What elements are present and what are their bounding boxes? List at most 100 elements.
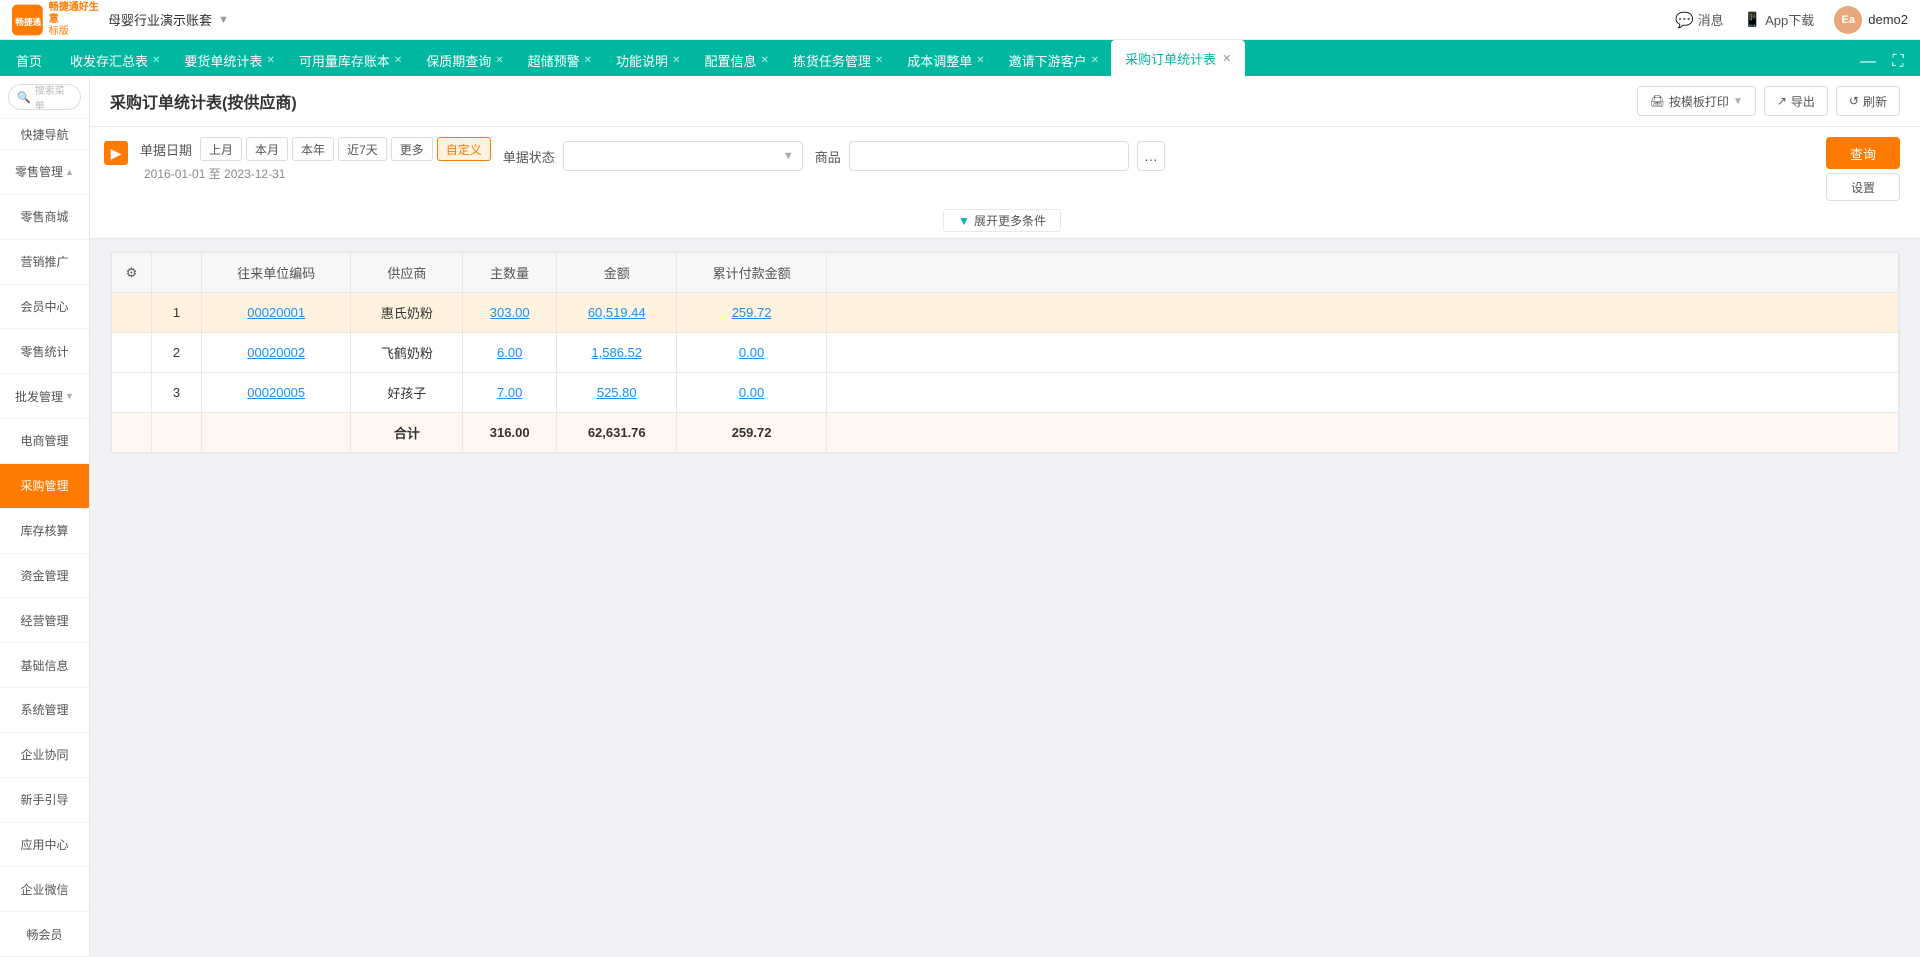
messages-btn[interactable]: 💬 消息 [1675, 10, 1724, 29]
row1-qty[interactable]: 303.00 [463, 293, 557, 333]
user-area[interactable]: Ea demo2 [1834, 6, 1908, 34]
sidebar-item-retail-mgmt[interactable]: 零售管理 ▲ [0, 150, 89, 195]
app-download-btn[interactable]: 📱 App下载 [1744, 10, 1815, 29]
sidebar-item-wholesale-mgmt[interactable]: 批发管理 ▼ [0, 374, 89, 419]
goods-input[interactable] [849, 141, 1129, 171]
tab-close-icon[interactable]: ✕ [584, 55, 592, 66]
table-row[interactable]: 3 00020005 好孩子 7.00 [112, 373, 1899, 413]
filter-toggle-btn[interactable]: ▶ [104, 141, 128, 165]
tab-purchase-order-stats[interactable]: 采购订单统计表 ✕ [1111, 40, 1245, 76]
sidebar-item-sys-mgmt[interactable]: 系统管理 [0, 688, 89, 733]
sidebar-item-inventory-check[interactable]: 库存核算 [0, 509, 89, 554]
tab-function-desc[interactable]: 功能说明 ✕ [604, 44, 692, 76]
footer-settings [112, 413, 152, 453]
page-header: 采购订单统计表(按供应商) 🖨 按模板打印 ▼ ↗ 导出 ↺ 刷新 [90, 76, 1920, 127]
expand-toggle-btn[interactable]: ▼ 展开更多条件 [943, 209, 1061, 232]
tab-close-icon[interactable]: ✕ [495, 55, 503, 66]
tab-cost-adjust[interactable]: 成本调整单 ✕ [895, 44, 996, 76]
tab-overstock[interactable]: 超储预警 ✕ [516, 44, 604, 76]
tab-invite-customer[interactable]: 邀请下游客户 ✕ [997, 44, 1111, 76]
sidebar-item-ops-mgmt[interactable]: 经营管理 [0, 598, 89, 643]
tab-close-icon[interactable]: ✕ [394, 55, 402, 66]
settings-btn[interactable]: 设置 [1826, 173, 1900, 201]
print-btn[interactable]: 🖨 按模板打印 ▼ [1637, 86, 1756, 116]
tab-receive-send[interactable]: 收发存汇总表 ✕ [58, 44, 172, 76]
sidebar-item-enterprise-collab[interactable]: 企业协同 [0, 733, 89, 778]
tab-home[interactable]: 首页 [0, 44, 58, 76]
table-row[interactable]: 1 00020001 惠氏奶粉 303.00 [112, 293, 1899, 333]
footer-code [202, 413, 351, 453]
goods-ellipsis-btn[interactable]: … [1137, 141, 1165, 171]
sidebar-item-purchase-mgmt[interactable]: 采购管理 [0, 464, 89, 509]
status-select[interactable]: ▼ [563, 141, 803, 171]
row3-paid[interactable]: 0.00 [677, 373, 826, 413]
col-settings-header[interactable]: ⚙ [112, 253, 152, 293]
search-menu-area: 🔍 搜索菜单 [0, 76, 89, 119]
refresh-btn[interactable]: ↺ 刷新 [1836, 86, 1900, 116]
sidebar-item-ecommerce[interactable]: 电商管理 [0, 419, 89, 464]
active-tab-close-icon[interactable]: ✕ [1222, 52, 1231, 65]
row2-settings [112, 333, 152, 373]
tab-purchase-stats[interactable]: 要货单统计表 ✕ [172, 44, 286, 76]
row2-amount[interactable]: 1,586.52 [557, 333, 677, 373]
row2-qty[interactable]: 6.00 [463, 333, 557, 373]
app-download-label: App下载 [1765, 10, 1814, 29]
tab-close-icon[interactable]: ✕ [266, 55, 274, 66]
tab-warranty[interactable]: 保质期查询 ✕ [414, 44, 515, 76]
row1-supplier: 惠氏奶粉 [351, 293, 463, 333]
row1-amount[interactable]: 60,519.44 [557, 293, 677, 333]
sidebar-item-retail-mall[interactable]: 零售商城 [0, 195, 89, 240]
search-input-wrap[interactable]: 🔍 搜索菜单 [8, 84, 81, 110]
tab-close-icon[interactable]: ✕ [875, 55, 883, 66]
date-7days-btn[interactable]: 近7天 [338, 137, 387, 161]
date-this-year-btn[interactable]: 本年 [292, 137, 334, 161]
row3-supplier: 好孩子 [351, 373, 463, 413]
sidebar-item-finance-mgmt[interactable]: 资金管理 [0, 554, 89, 599]
sidebar-item-retail-stats[interactable]: 零售统计 [0, 329, 89, 374]
table-row[interactable]: 2 00020002 飞鹤奶粉 6.00 [112, 333, 1899, 373]
workspace-selector[interactable]: 母婴行业演示账套 ▼ [108, 10, 229, 29]
row3-qty[interactable]: 7.00 [463, 373, 557, 413]
export-btn[interactable]: ↗ 导出 [1764, 86, 1828, 116]
sidebar-item-member[interactable]: 畅会员 [0, 912, 89, 957]
sidebar-item-marketing[interactable]: 营销推广 [0, 240, 89, 285]
svg-text:畅捷通: 畅捷通 [15, 16, 41, 27]
nav-expand-btn[interactable]: ⛶ [1884, 48, 1912, 76]
sidebar-item-quick-nav[interactable]: 快捷导航 [0, 119, 89, 150]
tab-close-icon[interactable]: ✕ [672, 55, 680, 66]
sidebar-item-enterprise-wechat[interactable]: 企业微信 [0, 867, 89, 912]
table-footer-row: 合计 316.00 62,631.76 259.72 [112, 413, 1899, 453]
date-last-month-btn[interactable]: 上月 [200, 137, 242, 161]
sidebar-item-app-center[interactable]: 应用中心 [0, 823, 89, 868]
logo-icon: 畅捷通 [12, 2, 43, 38]
header-actions: 🖨 按模板打印 ▼ ↗ 导出 ↺ 刷新 [1637, 86, 1900, 116]
sidebar-item-basic-info[interactable]: 基础信息 [0, 643, 89, 688]
tab-config[interactable]: 配置信息 ✕ [692, 44, 780, 76]
tab-close-icon[interactable]: ✕ [1091, 55, 1099, 66]
sidebar-item-member-center[interactable]: 会员中心 [0, 285, 89, 330]
tab-available-inventory[interactable]: 可用量库存账本 ✕ [287, 44, 414, 76]
query-btn[interactable]: 查询 [1826, 137, 1900, 169]
date-more-btn[interactable]: 更多 [391, 137, 433, 161]
row2-paid[interactable]: 0.00 [677, 333, 826, 373]
nav-minimize-btn[interactable]: — [1854, 48, 1882, 76]
avatar: Ea [1834, 6, 1862, 34]
footer-extra [826, 413, 1898, 453]
search-icon: 🔍 [17, 91, 31, 104]
tab-close-icon[interactable]: ✕ [976, 55, 984, 66]
date-this-month-btn[interactable]: 本月 [246, 137, 288, 161]
row1-code[interactable]: 00020001 [202, 293, 351, 333]
row2-supplier: 飞鹤奶粉 [351, 333, 463, 373]
row2-code[interactable]: 00020002 [202, 333, 351, 373]
sidebar-item-new-guide[interactable]: 新手引导 [0, 778, 89, 823]
date-filter: 单据日期 上月 本月 本年 近7天 更多 自定义 2016-01-01 至 20… [140, 137, 491, 182]
nav-end-controls: — ⛶ [1854, 48, 1920, 76]
tab-pick-task[interactable]: 拣货任务管理 ✕ [781, 44, 895, 76]
footer-paid: 259.72 [677, 413, 826, 453]
row3-amount[interactable]: 525.80 [557, 373, 677, 413]
row3-code[interactable]: 00020005 [202, 373, 351, 413]
tab-close-icon[interactable]: ✕ [152, 55, 160, 66]
row1-paid[interactable]: 259.72 [677, 293, 826, 333]
tab-close-icon[interactable]: ✕ [760, 55, 768, 66]
nav-tabs-bar: 首页 收发存汇总表 ✕ 要货单统计表 ✕ 可用量库存账本 ✕ 保质期查询 ✕ 超… [0, 40, 1920, 76]
